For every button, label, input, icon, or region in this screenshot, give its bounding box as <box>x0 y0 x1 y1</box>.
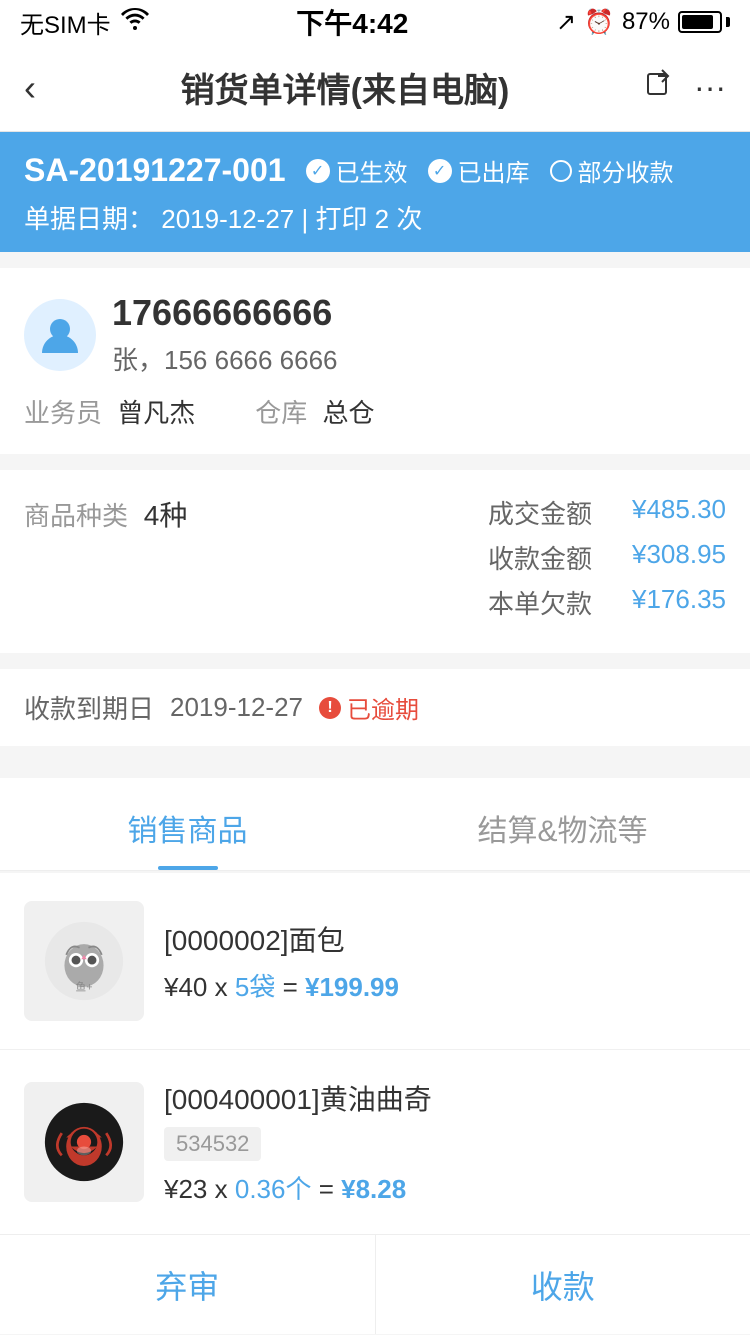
product-thumbnail-2 <box>24 1082 144 1202</box>
section-divider <box>0 746 750 762</box>
overdue-badge: ! 已逾期 <box>319 690 419 725</box>
product-price-1: ¥40 x 5袋 = ¥199.99 <box>164 967 726 1004</box>
tabs-section: 销售商品 结算&物流等 <box>0 778 750 871</box>
order-header: SA-20191227-001 ✓ 已生效 ✓ 已出库 部分收款 单据日期： 2… <box>0 132 750 252</box>
customer-section: 17666666666 张，156 6666 6666 业务员 曾凡杰 仓库 总… <box>0 268 750 454</box>
more-icon[interactable]: ··· <box>694 69 726 106</box>
location-icon: ↗ <box>556 8 576 37</box>
check-icon-effective: ✓ <box>306 159 330 183</box>
price-qty-1: 5袋 <box>235 972 275 1002</box>
tab-sales-goods[interactable]: 销售商品 <box>0 778 375 870</box>
confirm-button[interactable]: 收款 <box>376 1235 750 1334</box>
clock-icon <box>550 160 572 182</box>
receipt-label: 收款金额 <box>488 539 592 576</box>
overdue-icon: ! <box>319 697 341 719</box>
due-date: 2019-12-27 <box>170 692 303 723</box>
overdue-text: 已逾期 <box>347 690 419 725</box>
type-label: 商品种类 <box>24 501 128 531</box>
product-thumbnail-1: 鱼+ <box>24 901 144 1021</box>
status-bar: 无SIM卡 下午4:42 ↗ ⏰ 87% <box>0 0 750 44</box>
product-info-1: [0000002]面包 ¥40 x 5袋 = ¥199.99 <box>164 919 726 1004</box>
product-price-2: ¥23 x 0.36个 = ¥8.28 <box>164 1169 726 1206</box>
type-count: 4种 <box>144 500 188 531</box>
warehouse-name: 总仓 <box>323 398 375 428</box>
status-partial-receipt: 部分收款 <box>550 153 674 188</box>
price-qty-2: 0.36个 <box>235 1174 312 1204</box>
status-time: 下午4:42 <box>296 2 408 42</box>
price-unit-2: ¥23 <box>164 1174 207 1204</box>
alarm-icon: ⏰ <box>584 8 614 37</box>
price-unit-1: ¥40 <box>164 972 207 1002</box>
product-name-2: [000400001]黄油曲奇 <box>164 1078 726 1118</box>
amounts: 成交金额 ¥485.30 收款金额 ¥308.95 本单欠款 ¥176.35 <box>488 494 726 629</box>
avatar <box>24 299 96 371</box>
tab-settlement[interactable]: 结算&物流等 <box>375 778 750 870</box>
status-shipped: ✓ 已出库 <box>428 153 530 188</box>
battery-icon <box>678 11 730 33</box>
list-item: [000400001]黄油曲奇 534532 ¥23 x 0.36个 = ¥8.… <box>0 1050 750 1235</box>
debt-label: 本单欠款 <box>488 584 592 621</box>
nav-actions: ··· <box>606 68 726 108</box>
product-list: 鱼+ [0000002]面包 ¥40 x 5袋 = ¥199.99 <box>0 873 750 1235</box>
list-item: 鱼+ [0000002]面包 ¥40 x 5袋 = ¥199.99 <box>0 873 750 1050</box>
wifi-icon <box>121 8 149 37</box>
back-button[interactable]: ‹ <box>24 67 84 109</box>
battery-percent: 87% <box>622 8 670 36</box>
price-total-1: ¥199.99 <box>305 972 399 1002</box>
customer-phone: 17666666666 <box>112 292 338 334</box>
deal-label: 成交金额 <box>488 494 592 531</box>
staff-label: 业务员 <box>24 398 102 428</box>
status-left: 无SIM卡 <box>20 5 149 40</box>
print-count: | 打印 2 次 <box>301 204 422 234</box>
bottom-bar: 弃审 收款 <box>0 1234 750 1334</box>
warehouse-label: 仓库 <box>255 398 307 428</box>
order-id: SA-20191227-001 <box>24 152 286 189</box>
status-right: ↗ ⏰ 87% <box>556 8 730 37</box>
signal-label: 无SIM卡 <box>20 5 111 40</box>
amount-section: 商品种类 4种 成交金额 ¥485.30 收款金额 ¥308.95 本单欠款 ¥… <box>0 470 750 653</box>
page-title: 销货单详情(来自电脑) <box>84 63 606 112</box>
date-label: 单据日期： <box>24 204 154 234</box>
price-total-2: ¥8.28 <box>341 1174 406 1204</box>
product-tag-2: 534532 <box>164 1127 261 1161</box>
due-label: 收款到期日 <box>24 689 154 726</box>
warehouse-row: 仓库 总仓 <box>255 393 374 430</box>
product-type: 商品种类 4种 <box>24 494 187 534</box>
debt-amount: ¥176.35 <box>632 584 726 621</box>
check-icon-shipped: ✓ <box>428 159 452 183</box>
svg-text:鱼+: 鱼+ <box>76 980 93 993</box>
order-date: 2019-12-27 <box>161 204 294 234</box>
deal-amount: ¥485.30 <box>632 494 726 531</box>
product-name-1: [0000002]面包 <box>164 919 726 959</box>
staff-name: 曾凡杰 <box>117 398 195 428</box>
customer-name: 张，156 6666 6666 <box>112 340 338 377</box>
receipt-amount: ¥308.95 <box>632 539 726 576</box>
nav-bar: ‹ 销货单详情(来自电脑) ··· <box>0 44 750 132</box>
cancel-button[interactable]: 弃审 <box>0 1235 376 1334</box>
order-date-row: 单据日期： 2019-12-27 | 打印 2 次 <box>24 199 726 236</box>
product-info-2: [000400001]黄油曲奇 534532 ¥23 x 0.36个 = ¥8.… <box>164 1078 726 1206</box>
share-icon[interactable] <box>642 68 674 108</box>
status-effective: ✓ 已生效 <box>306 153 408 188</box>
staff-row: 业务员 曾凡杰 <box>24 393 195 430</box>
due-section: 收款到期日 2019-12-27 ! 已逾期 <box>0 669 750 746</box>
